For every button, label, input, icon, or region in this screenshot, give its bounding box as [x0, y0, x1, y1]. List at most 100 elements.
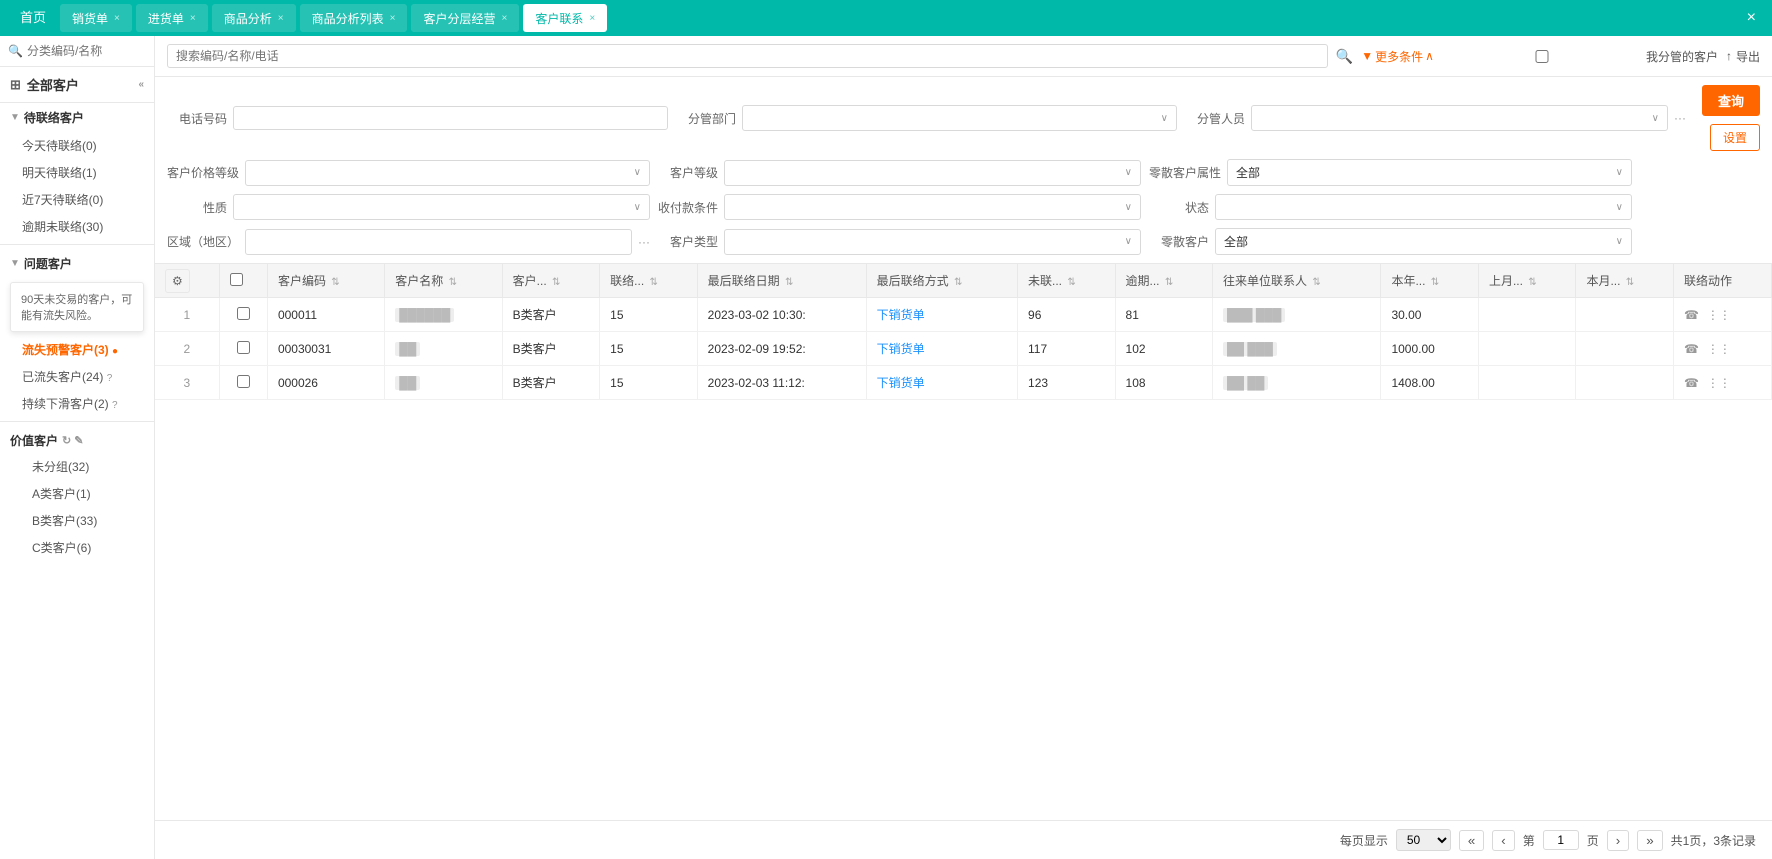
row-checkbox[interactable] [237, 341, 250, 354]
filter-zero-attr-select[interactable]: 全部 ∨ [1227, 159, 1632, 186]
page-number-input[interactable] [1543, 830, 1579, 850]
col-link-person[interactable]: 往来单位联系人 ⇅ [1213, 264, 1381, 298]
sidebar-section-problem[interactable]: ▼ 问题客户 [0, 249, 154, 278]
col-contact-count[interactable]: 联络... ⇅ [600, 264, 698, 298]
next-page-button[interactable]: › [1607, 830, 1629, 851]
last-method-link[interactable]: 下销货单 [877, 376, 925, 390]
table-settings-icon[interactable]: ⚙ [165, 269, 190, 293]
search-input[interactable] [167, 44, 1328, 68]
last-method-link[interactable]: 下销货单 [877, 342, 925, 356]
more-conditions-button[interactable]: ▼ 更多条件 ∧ [1361, 48, 1434, 65]
prev-page-button[interactable]: ‹ [1492, 830, 1514, 851]
row-name-cell: ██████ [385, 298, 502, 332]
last-page-button[interactable]: » [1637, 830, 1662, 851]
sidebar-section-pending[interactable]: ▼ 待联络客户 [0, 103, 154, 132]
filter-region-select[interactable] [245, 229, 632, 255]
tab-close-icon[interactable]: × [501, 13, 507, 24]
more-action-icon[interactable]: ⋮⋮ [1707, 342, 1731, 356]
filter-payment-select[interactable]: ∨ [724, 194, 1141, 220]
row-checkbox-cell[interactable] [219, 366, 267, 400]
col-name[interactable]: 客户名称 ⇅ [385, 264, 502, 298]
tab-close-icon[interactable]: × [278, 13, 284, 24]
search-button[interactable]: 🔍 [1336, 48, 1353, 65]
col-this-month[interactable]: 本月... ⇅ [1576, 264, 1674, 298]
sidebar-item-churn-warning[interactable]: 流失预警客户(3) ● [0, 336, 154, 363]
collapse-icon[interactable]: « [138, 79, 144, 90]
filter-price-grade-select[interactable]: ∨ [245, 160, 650, 186]
col-this-year[interactable]: 本年... ⇅ [1381, 264, 1479, 298]
last-method-link[interactable]: 下销货单 [877, 308, 925, 322]
sort-icon: ⇅ [1431, 277, 1439, 288]
filter-nature-select[interactable]: ∨ [233, 194, 650, 220]
col-not-contact[interactable]: 未联... ⇅ [1018, 264, 1116, 298]
filter-status-select[interactable]: ∨ [1215, 194, 1632, 220]
tab-sales-order[interactable]: 销货单 × [60, 4, 132, 32]
sidebar-item-ungrouped[interactable]: 未分组(32) [10, 453, 144, 480]
first-page-button[interactable]: « [1459, 830, 1484, 851]
contact-action-icon[interactable]: ☎ [1684, 376, 1699, 390]
tab-close-icon[interactable]: × [589, 13, 595, 24]
sidebar-item-today-pending[interactable]: 今天待联络(0) [0, 132, 154, 159]
home-button[interactable]: 首页 [8, 0, 58, 36]
sidebar-item-class-c[interactable]: C类客户(6) [10, 534, 144, 561]
settings-button[interactable]: 设置 [1710, 124, 1760, 151]
row-checkbox-cell[interactable] [219, 332, 267, 366]
more-action-icon[interactable]: ⋮⋮ [1707, 308, 1731, 322]
tab-product-analysis-list[interactable]: 商品分析列表 × [300, 4, 408, 32]
col-last-date[interactable]: 最后联络日期 ⇅ [697, 264, 866, 298]
tab-close-icon[interactable]: × [190, 13, 196, 24]
filter-region-dots[interactable]: ··· [638, 235, 650, 249]
sidebar-item-declining[interactable]: 持续下滑客户(2) ? [0, 390, 154, 417]
row-checkbox-cell[interactable] [219, 298, 267, 332]
page-size-select[interactable]: 50 100 200 [1396, 829, 1451, 851]
my-customers-check[interactable] [1442, 50, 1642, 63]
col-last-month[interactable]: 上月... ⇅ [1478, 264, 1576, 298]
row-action-cell[interactable]: ☎ ⋮⋮ [1673, 332, 1771, 366]
row-last-date-cell: 2023-03-02 10:30: [697, 298, 866, 332]
filter-zero-customer-select[interactable]: 全部 ∨ [1215, 228, 1632, 255]
contact-action-icon[interactable]: ☎ [1684, 342, 1699, 356]
tab-product-analysis[interactable]: 商品分析 × [212, 4, 296, 32]
col-cust-type[interactable]: 客户... ⇅ [502, 264, 600, 298]
col-code[interactable]: 客户编码 ⇅ [267, 264, 384, 298]
row-action-cell[interactable]: ☎ ⋮⋮ [1673, 298, 1771, 332]
row-last-method-cell[interactable]: 下销货单 [866, 366, 1017, 400]
row-action-cell[interactable]: ☎ ⋮⋮ [1673, 366, 1771, 400]
query-button[interactable]: 查询 [1702, 85, 1760, 116]
sidebar-item-class-b[interactable]: B类客户(33) [10, 507, 144, 534]
contact-action-icon[interactable]: ☎ [1684, 308, 1699, 322]
col-checkbox[interactable] [219, 264, 267, 298]
col-overdue[interactable]: 逾期... ⇅ [1115, 264, 1213, 298]
tab-close-icon[interactable]: × [390, 13, 396, 24]
sidebar-item-overdue-pending[interactable]: 逾期未联络(30) [0, 213, 154, 240]
row-last-method-cell[interactable]: 下销货单 [866, 298, 1017, 332]
filter-manager-select[interactable]: ∨ [1251, 105, 1668, 131]
value-customer-header[interactable]: 价值客户 ↻ ✎ [10, 432, 144, 449]
more-action-icon[interactable]: ⋮⋮ [1707, 376, 1731, 390]
my-customers-checkbox[interactable]: 我分管的客户 [1442, 48, 1718, 65]
sidebar-item-class-a[interactable]: A类客户(1) [10, 480, 144, 507]
sidebar-search-input[interactable] [27, 44, 155, 58]
col-settings[interactable]: ⚙ [155, 264, 219, 298]
sidebar-item-7days-pending[interactable]: 近7天待联络(0) [0, 186, 154, 213]
filter-dept-select[interactable]: ∨ [742, 105, 1177, 131]
filter-dots-button[interactable]: ··· [1674, 111, 1686, 125]
window-close-button[interactable]: × [1739, 9, 1764, 27]
row-this-month-cell [1576, 332, 1674, 366]
filter-cust-type-select[interactable]: ∨ [724, 229, 1141, 255]
col-last-method[interactable]: 最后联络方式 ⇅ [866, 264, 1017, 298]
row-checkbox[interactable] [237, 307, 250, 320]
tab-customer-contact[interactable]: 客户联系 × [523, 4, 607, 32]
sidebar-item-tomorrow-pending[interactable]: 明天待联络(1) [0, 159, 154, 186]
sidebar-item-churned[interactable]: 已流失客户(24) ? [0, 363, 154, 390]
tab-purchase-order[interactable]: 进货单 × [136, 4, 208, 32]
row-checkbox[interactable] [237, 375, 250, 388]
tab-customer-layer[interactable]: 客户分层经营 × [411, 4, 519, 32]
filter-grade-select[interactable]: ∨ [724, 160, 1141, 186]
row-last-method-cell[interactable]: 下销货单 [866, 332, 1017, 366]
filter-phone-input[interactable] [233, 106, 668, 130]
select-all-checkbox[interactable] [230, 273, 243, 286]
sidebar-all-customers[interactable]: ⊞ 全部客户 « [0, 67, 154, 103]
tab-close-icon[interactable]: × [114, 13, 120, 24]
export-button[interactable]: ↑ 导出 [1726, 48, 1760, 65]
